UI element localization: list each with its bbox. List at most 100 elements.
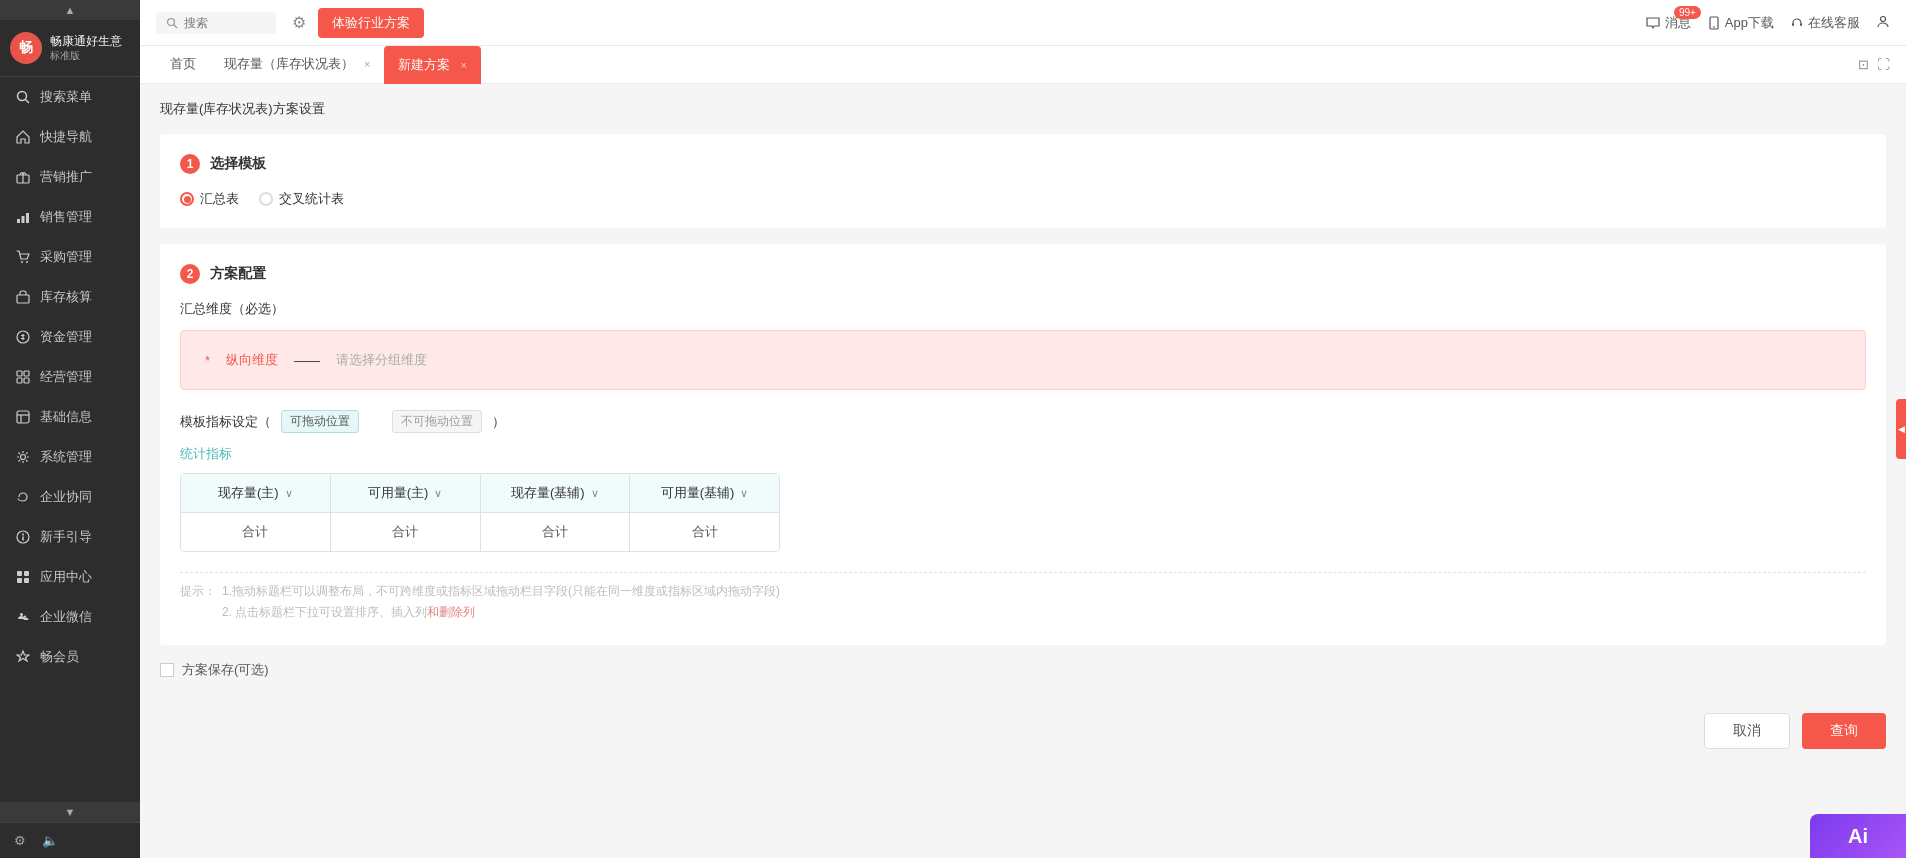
topbar-customer-service[interactable]: 在线客服 <box>1790 14 1860 32</box>
tab-inventory-close[interactable]: × <box>364 58 370 70</box>
tabs-bar: 首页 现存量（库存状况表） × 新建方案 × ⊡ ⛶ <box>140 46 1906 84</box>
step2-section: 2 方案配置 汇总维度（必选） * 纵向维度 —— 请选择分组维度 模板指标设定… <box>160 244 1886 645</box>
basic-icon <box>14 408 32 426</box>
sidebar-scroll-up[interactable]: ▲ <box>0 0 140 20</box>
sidebar-item-appcenter[interactable]: 应用中心 <box>0 557 140 597</box>
main-content: 现存量(库存状况表)方案设置 1 选择模板 汇总表 交叉统计表 <box>140 84 1906 858</box>
vertical-dim-row: * 纵向维度 —— 请选择分组维度 <box>205 351 1841 369</box>
sidebar-item-label: 企业协同 <box>40 488 92 506</box>
topbar-user[interactable] <box>1876 14 1890 31</box>
save-option-label: 方案保存(可选) <box>182 661 269 679</box>
sidebar-item-member[interactable]: 畅会员 <box>0 637 140 677</box>
col-available-aux-chevron[interactable]: ∨ <box>740 487 748 500</box>
footer-audio-icon[interactable]: 🔈 <box>42 833 58 848</box>
step1-number: 1 <box>180 154 200 174</box>
radio-cross[interactable]: 交叉统计表 <box>259 190 344 208</box>
topbar-search-input[interactable] <box>184 16 264 30</box>
member-icon <box>14 648 32 666</box>
radio-cross-label: 交叉统计表 <box>279 190 344 208</box>
topbar-search[interactable] <box>156 12 276 34</box>
tip-label: 提示： <box>180 583 216 600</box>
topbar-app-download[interactable]: App下载 <box>1707 14 1774 32</box>
non-draggable-badge: 不可拖动位置 <box>392 410 482 433</box>
metrics-table: 现存量(主) ∨ 可用量(主) ∨ 现存量(基辅) ∨ 可用量(基辅) ∨ <box>180 473 780 552</box>
tabs-actions: ⊡ ⛶ <box>1858 57 1890 72</box>
footer-settings-icon[interactable]: ⚙ <box>14 833 26 848</box>
svg-rect-28 <box>1792 23 1794 26</box>
svg-rect-9 <box>17 295 29 303</box>
sidebar-item-sales[interactable]: 销售管理 <box>0 197 140 237</box>
col-available-aux[interactable]: 可用量(基辅) ∨ <box>630 474 779 512</box>
brand-logo: 畅 <box>10 32 42 64</box>
svg-point-7 <box>21 261 23 263</box>
draggable-badge: 可拖动位置 <box>281 410 359 433</box>
ai-label: Ai <box>1848 825 1868 848</box>
tab-expand-icon[interactable]: ⛶ <box>1877 57 1890 72</box>
svg-point-0 <box>18 92 27 101</box>
col-available-main-chevron[interactable]: ∨ <box>434 487 442 500</box>
sidebar-item-inventory[interactable]: 库存核算 <box>0 277 140 317</box>
query-button[interactable]: 查询 <box>1802 713 1886 749</box>
sidebar-item-label: 企业微信 <box>40 608 92 626</box>
sidebar-item-mgmt[interactable]: 经营管理 <box>0 357 140 397</box>
sidebar-item-label: 营销推广 <box>40 168 92 186</box>
cell-current-main: 合计 <box>181 513 331 551</box>
right-collapse-handle[interactable]: ◀ <box>1896 399 1906 459</box>
svg-rect-21 <box>24 571 29 576</box>
sidebar-item-newguide[interactable]: 新手引导 <box>0 517 140 557</box>
col-current-main[interactable]: 现存量(主) ∨ <box>181 474 331 512</box>
step1-header: 1 选择模板 <box>180 154 1866 174</box>
cell-available-main: 合计 <box>331 513 481 551</box>
step2-title: 方案配置 <box>210 265 266 283</box>
svg-point-18 <box>21 455 26 460</box>
col-current-main-chevron[interactable]: ∨ <box>285 487 293 500</box>
tab-new-plan[interactable]: 新建方案 × <box>384 46 480 84</box>
tab-collapse-icon[interactable]: ⊡ <box>1858 57 1869 72</box>
gift-icon <box>14 168 32 186</box>
tip2-highlight: 和删除列 <box>427 605 475 619</box>
save-checkbox[interactable] <box>160 663 174 677</box>
sidebar-item-basic[interactable]: 基础信息 <box>0 397 140 437</box>
sidebar-scroll-down[interactable]: ▼ <box>0 802 140 822</box>
radio-summary[interactable]: 汇总表 <box>180 190 239 208</box>
step1-title: 选择模板 <box>210 155 266 173</box>
appcenter-icon <box>14 568 32 586</box>
sidebar-item-wxwork[interactable]: 企业微信 <box>0 597 140 637</box>
tab-new-close[interactable]: × <box>460 59 466 71</box>
sidebar-item-label: 库存核算 <box>40 288 92 306</box>
experience-industry-button[interactable]: 体验行业方案 <box>318 8 424 38</box>
sidebar-item-marketing[interactable]: 营销推广 <box>0 157 140 197</box>
svg-rect-5 <box>22 216 25 223</box>
step2-number: 2 <box>180 264 200 284</box>
sidebar-item-system[interactable]: 系统管理 <box>0 437 140 477</box>
col-current-aux[interactable]: 现存量(基辅) ∨ <box>481 474 631 512</box>
ai-float-button[interactable]: Ai <box>1810 814 1906 858</box>
brand-sub: 标准版 <box>50 49 122 63</box>
sidebar-item-finance[interactable]: 资金管理 <box>0 317 140 357</box>
step1-section: 1 选择模板 汇总表 交叉统计表 <box>160 134 1886 228</box>
col-available-main[interactable]: 可用量(主) ∨ <box>331 474 481 512</box>
required-marker: * <box>205 353 210 368</box>
topbar-messages[interactable]: 消息 99+ <box>1645 14 1691 32</box>
sidebar-item-purchase[interactable]: 采购管理 <box>0 237 140 277</box>
col-current-aux-chevron[interactable]: ∨ <box>591 487 599 500</box>
svg-rect-22 <box>17 578 22 583</box>
cancel-button[interactable]: 取消 <box>1704 713 1790 749</box>
tab-home[interactable]: 首页 <box>156 46 210 84</box>
col-current-main-label: 现存量(主) <box>218 484 279 502</box>
inventory-icon <box>14 288 32 306</box>
topbar-search-icon <box>166 17 178 29</box>
settings-gear-icon[interactable]: ⚙ <box>292 13 306 32</box>
sidebar-item-agreement[interactable]: 企业协同 <box>0 477 140 517</box>
sidebar-item-label: 快捷导航 <box>40 128 92 146</box>
metrics-config-label: 模板指标设定（ 可拖动位置 不可拖动位置 ） <box>180 410 1866 433</box>
tab-inventory-status[interactable]: 现存量（库存状况表） × <box>210 46 384 84</box>
svg-line-1 <box>26 100 30 104</box>
sales-icon <box>14 208 32 226</box>
cell-current-aux: 合计 <box>481 513 631 551</box>
tip2-text: 2. 点击标题栏下拉可设置排序、插入列和删除列 <box>222 604 475 621</box>
sidebar-item-quicknav[interactable]: 快捷导航 <box>0 117 140 157</box>
sidebar-item-search[interactable]: 搜索菜单 <box>0 77 140 117</box>
tips-section: 提示： 1.拖动标题栏可以调整布局，不可跨维度或指标区域拖动栏目字段(只能在同一… <box>180 572 1866 621</box>
footer-bar: 取消 查询 <box>160 699 1886 763</box>
